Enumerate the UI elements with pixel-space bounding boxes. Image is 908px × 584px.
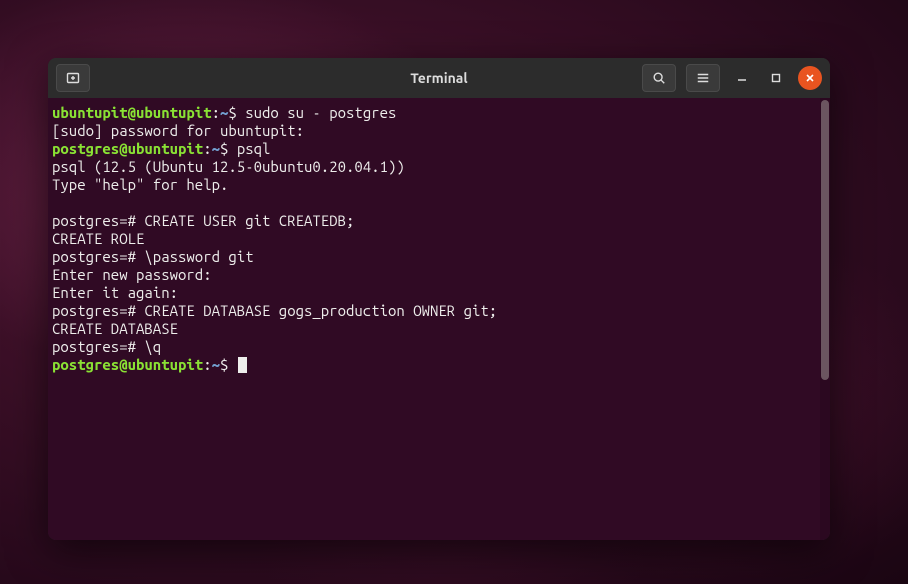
terminal-line: psql (12.5 (Ubuntu 12.5-0ubuntu0.20.04.1… [52, 158, 826, 176]
terminal-line: [sudo] password for ubuntupit: [52, 122, 826, 140]
titlebar[interactable]: Terminal [48, 58, 830, 98]
terminal-line: postgres=# \password git [52, 248, 826, 266]
terminal-line: postgres@ubuntupit:~$ [52, 356, 826, 374]
terminal-line [52, 194, 826, 212]
prompt-path: ~ [212, 356, 220, 373]
maximize-button[interactable] [764, 66, 788, 90]
terminal-line: postgres=# CREATE DATABASE gogs_producti… [52, 302, 826, 320]
terminal-line: postgres=# \q [52, 338, 826, 356]
prompt-separator: : [203, 140, 211, 157]
prompt-user: postgres@ubuntupit [52, 356, 203, 373]
terminal-body[interactable]: ubuntupit@ubuntupit:~$ sudo su - postgre… [48, 98, 830, 540]
new-tab-button[interactable] [56, 64, 90, 92]
terminal-line: Enter it again: [52, 284, 826, 302]
scrollbar-thumb[interactable] [821, 100, 829, 380]
prompt-end: $ [220, 140, 237, 157]
terminal-line: CREATE ROLE [52, 230, 826, 248]
command-text: sudo su - postgres [245, 104, 396, 121]
close-button[interactable] [798, 66, 822, 90]
prompt-separator: : [212, 104, 220, 121]
hamburger-icon [696, 71, 710, 85]
maximize-icon [771, 73, 781, 83]
prompt-end: $ [228, 104, 245, 121]
terminal-line: CREATE DATABASE [52, 320, 826, 338]
prompt-path: ~ [212, 140, 220, 157]
titlebar-left [56, 64, 90, 92]
scrollbar-track[interactable] [820, 98, 830, 540]
minimize-icon [737, 73, 747, 83]
window-title: Terminal [410, 70, 467, 86]
command-text: psql [237, 140, 271, 157]
terminal-line: postgres@ubuntupit:~$ psql [52, 140, 826, 158]
search-button[interactable] [642, 64, 676, 92]
terminal-line: Enter new password: [52, 266, 826, 284]
new-tab-icon [65, 70, 81, 86]
minimize-button[interactable] [730, 66, 754, 90]
terminal-line: ubuntupit@ubuntupit:~$ sudo su - postgre… [52, 104, 826, 122]
close-icon [805, 73, 815, 83]
cursor [238, 357, 247, 373]
terminal-line: postgres=# CREATE USER git CREATEDB; [52, 212, 826, 230]
search-icon [652, 71, 666, 85]
prompt-end: $ [220, 356, 237, 373]
prompt-separator: : [203, 356, 211, 373]
menu-button[interactable] [686, 64, 720, 92]
titlebar-right [642, 64, 822, 92]
terminal-line: Type "help" for help. [52, 176, 826, 194]
prompt-user: postgres@ubuntupit [52, 140, 203, 157]
terminal-window: Terminal [48, 58, 830, 540]
prompt-user: ubuntupit@ubuntupit [52, 104, 212, 121]
